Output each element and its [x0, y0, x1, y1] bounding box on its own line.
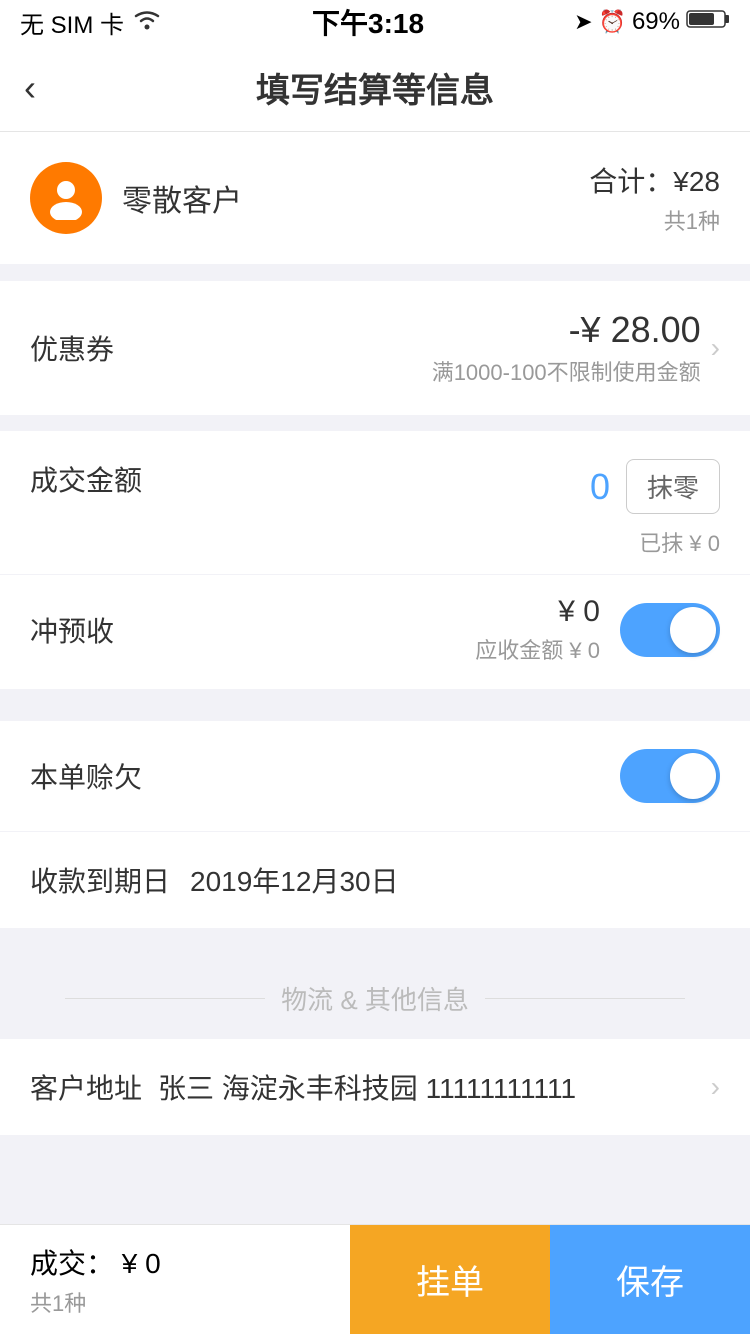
- transaction-value[interactable]: 0: [590, 466, 610, 508]
- debt-toggle[interactable]: [620, 749, 720, 803]
- address-chevron-icon: ›: [711, 1071, 720, 1103]
- transaction-label: 成交金额: [30, 459, 142, 499]
- address-label: 客户地址: [30, 1067, 142, 1107]
- coupon-row[interactable]: 优惠券 -¥ 28.00 满1000-100不限制使用金额 ›: [0, 280, 750, 415]
- bottom-bar: 成交： ¥ 0 共1种 挂单 保存: [0, 1224, 750, 1334]
- nav-bar: ‹ 填写结算等信息: [0, 44, 750, 132]
- coupon-section[interactable]: 优惠券 -¥ 28.00 满1000-100不限制使用金额 ›: [0, 280, 750, 415]
- status-bar: 无 SIM 卡 下午3:18 ➤ ⏰ 69%: [0, 0, 750, 44]
- address-value: 张三 海淀永丰科技园 11111111111: [158, 1067, 695, 1107]
- debt-row: 本单赊欠: [0, 721, 750, 831]
- transaction-row: 成交金额 0 抹零: [0, 431, 750, 526]
- carrier-label: 无 SIM 卡: [20, 5, 124, 40]
- chevron-icon: ›: [711, 332, 720, 364]
- battery-icon: [686, 8, 730, 37]
- alarm-icon: ⏰: [599, 9, 626, 35]
- prereceive-label: 冲预收: [30, 610, 114, 650]
- total-amount: 合计：¥28: [589, 160, 720, 200]
- round-button[interactable]: 抹零: [626, 459, 720, 514]
- hold-button[interactable]: 挂单: [350, 1225, 550, 1334]
- prereceive-right: ¥ 0 应收金额 ¥ 0: [475, 595, 720, 665]
- bottom-transaction-value: ¥ 0: [122, 1248, 161, 1279]
- customer-name: 零散客户: [122, 176, 242, 220]
- already-deducted: 已抹 ¥ 0: [0, 526, 750, 574]
- save-button[interactable]: 保存: [550, 1225, 750, 1334]
- prereceive-row: 冲预收 ¥ 0 应收金额 ¥ 0: [0, 574, 750, 689]
- bottom-info: 成交： ¥ 0 共1种: [0, 1225, 350, 1334]
- avatar: [30, 162, 102, 234]
- back-button[interactable]: ‹: [24, 67, 36, 109]
- prereceive-toggle[interactable]: [620, 603, 720, 657]
- prereceive-amounts: ¥ 0 应收金额 ¥ 0: [475, 595, 600, 665]
- bottom-transaction-label: 成交：: [30, 1248, 114, 1279]
- coupon-amount: -¥ 28.00: [432, 309, 701, 351]
- logistics-label: 物流 & 其他信息: [281, 980, 469, 1017]
- wifi-icon: [132, 8, 162, 37]
- location-icon: ➤: [574, 9, 592, 35]
- status-right: ➤ ⏰ 69%: [574, 8, 730, 37]
- logistics-line: 物流 & 其他信息: [0, 980, 750, 1017]
- logistics-header: 物流 & 其他信息: [0, 960, 750, 1037]
- duedate-value: 2019年12月30日: [190, 860, 399, 900]
- customer-summary: 合计：¥28 共1种: [589, 160, 720, 236]
- debt-section: 本单赊欠 收款到期日 2019年12月30日: [0, 721, 750, 928]
- duedate-row[interactable]: 收款到期日 2019年12月30日: [0, 831, 750, 928]
- prereceive-main: ¥ 0: [475, 595, 600, 629]
- debt-label: 本单赊欠: [30, 756, 142, 796]
- coupon-right: -¥ 28.00 满1000-100不限制使用金额 ›: [432, 309, 720, 387]
- customer-section: 零散客户 合计：¥28 共1种: [0, 132, 750, 264]
- coupon-value: -¥ 28.00 满1000-100不限制使用金额: [432, 309, 701, 387]
- customer-row: 零散客户 合计：¥28 共1种: [0, 132, 750, 264]
- time-label: 下午3:18: [312, 2, 424, 42]
- coupon-label: 优惠券: [30, 328, 114, 368]
- bottom-count: 共1种: [30, 1286, 320, 1318]
- battery-label: 69%: [632, 8, 680, 36]
- divider-3: [0, 944, 750, 960]
- page-title: 填写结算等信息: [256, 63, 494, 112]
- transaction-right: 0 抹零: [590, 459, 720, 514]
- total-count: 共1种: [589, 204, 720, 236]
- status-left: 无 SIM 卡: [20, 5, 162, 40]
- address-row[interactable]: 客户地址 张三 海淀永丰科技园 11111111111 ›: [0, 1039, 750, 1135]
- divider-2: [0, 705, 750, 721]
- duedate-label: 收款到期日: [30, 860, 170, 900]
- prereceive-sub: 应收金额 ¥ 0: [475, 633, 600, 665]
- divider-1: [0, 415, 750, 431]
- transaction-section: 成交金额 0 抹零 已抹 ¥ 0 冲预收 ¥ 0 应收金额 ¥ 0: [0, 431, 750, 689]
- coupon-desc: 满1000-100不限制使用金额: [432, 355, 701, 387]
- customer-left: 零散客户: [30, 162, 242, 234]
- bottom-transaction: 成交： ¥ 0: [30, 1242, 320, 1282]
